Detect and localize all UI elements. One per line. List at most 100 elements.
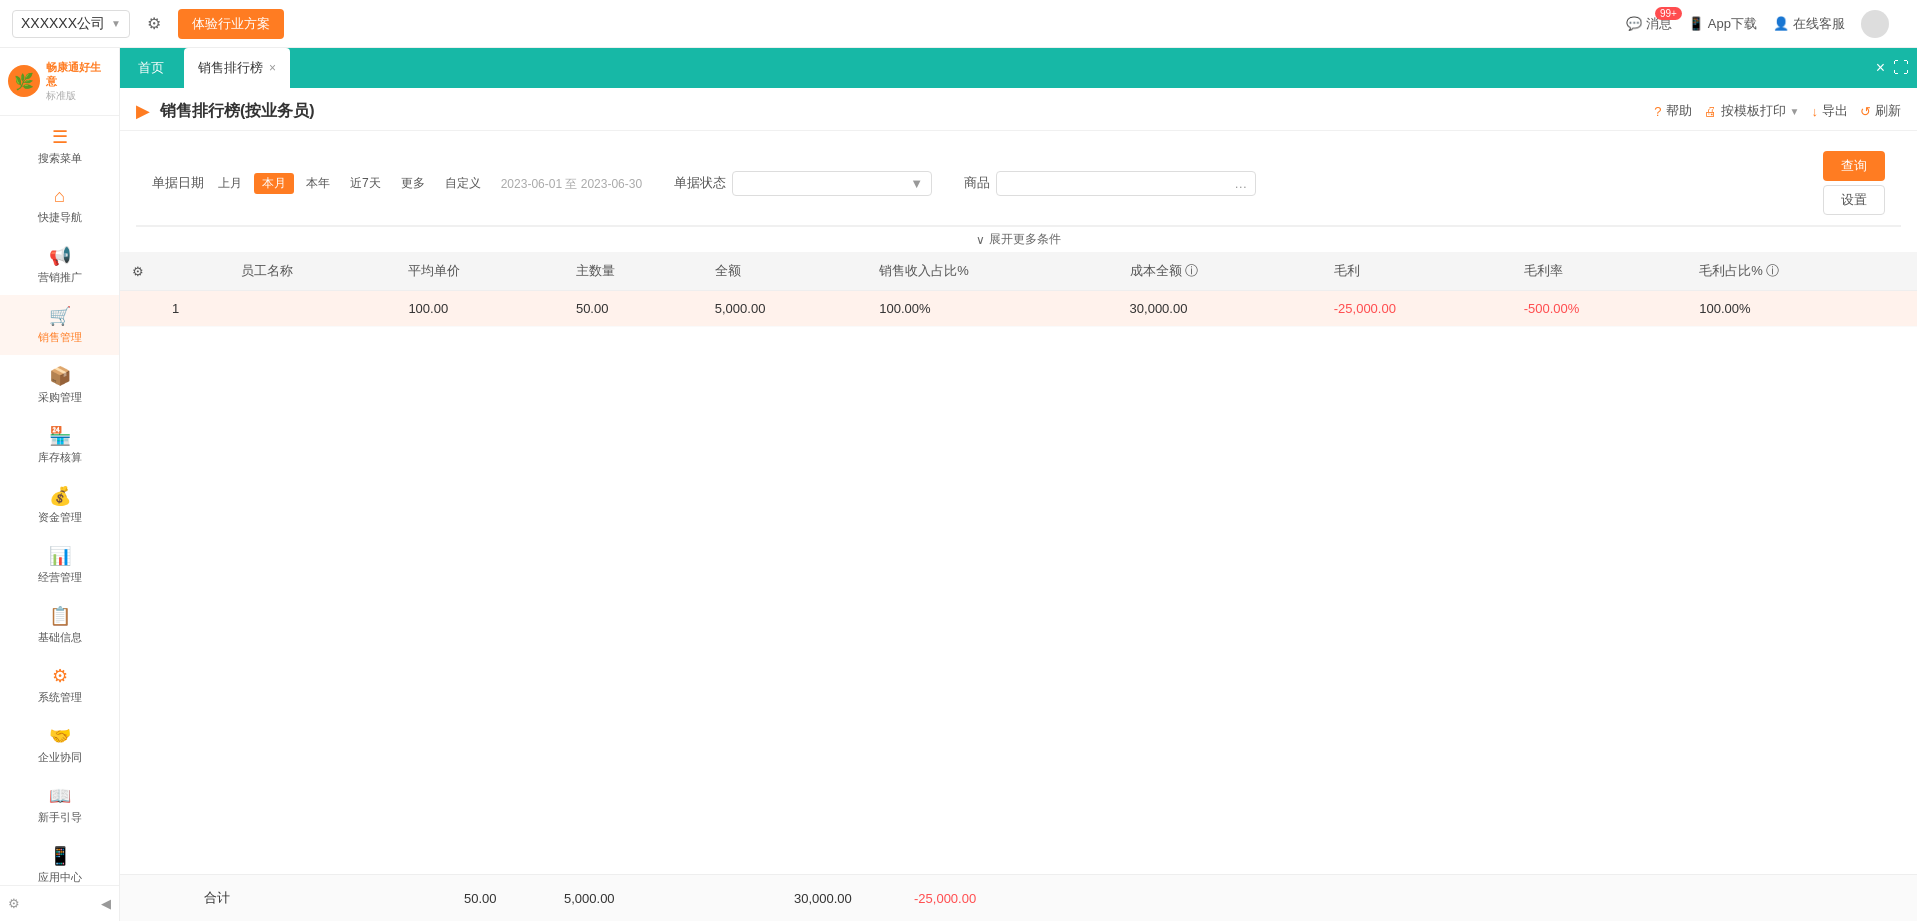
sidebar-label-apps: 应用中心	[38, 870, 82, 885]
avatar[interactable]	[1861, 10, 1889, 38]
setting-button[interactable]: 设置	[1823, 185, 1885, 215]
footer-gross: -25,000.00	[902, 887, 1012, 910]
date-tab-this-month[interactable]: 本月	[254, 173, 294, 194]
sidebar-item-corp[interactable]: 🤝 企业协同	[0, 715, 119, 775]
purchase-icon: 📦	[49, 365, 71, 387]
td-gross: -25,000.00	[1322, 291, 1512, 327]
page-content: ▶ 销售排行榜(按业务员) ? 帮助 🖨 按模板打印 ▼	[120, 88, 1917, 921]
page-header-actions: ? 帮助 🖨 按模板打印 ▼ ↓ 导出	[1654, 102, 1901, 120]
export-label: 导出	[1822, 102, 1848, 120]
collapse-btn[interactable]: ▶	[136, 100, 150, 122]
refresh-button[interactable]: ↺ 刷新	[1860, 102, 1901, 120]
expand-more-label: 展开更多条件	[989, 231, 1061, 248]
export-button[interactable]: ↓ 导出	[1812, 102, 1849, 120]
status-filter-label: 单据状态	[674, 174, 726, 192]
sidebar-label-inventory: 库存核算	[38, 450, 82, 465]
sidebar-item-guide[interactable]: 📖 新手引导	[0, 775, 119, 835]
sales-icon: 🛒	[49, 305, 71, 327]
message-button[interactable]: 💬 消息 99+	[1626, 15, 1672, 33]
sidebar-item-marketing[interactable]: 📢 营销推广	[0, 235, 119, 295]
print-button[interactable]: 🖨 按模板打印 ▼	[1704, 102, 1800, 120]
date-tab-7days[interactable]: 近7天	[342, 173, 389, 194]
help-button[interactable]: ? 帮助	[1654, 102, 1691, 120]
sidebar-nav: ☰ 搜索菜单 ⌂ 快捷导航 📢 营销推广 🛒 销售管理 📦 采购管理	[0, 116, 119, 885]
expand-arrow-icon: ∨	[976, 233, 985, 247]
sidebar-item-apps[interactable]: 📱 应用中心	[0, 835, 119, 885]
goods-filter-label: 商品	[964, 174, 990, 192]
filter-bar: 单据日期 上月 本月 本年 近7天 更多 自定义	[136, 141, 1901, 226]
sidebar-item-purchase[interactable]: 📦 采购管理	[0, 355, 119, 415]
topbar-settings-button[interactable]: ⚙	[138, 8, 170, 40]
basic-icon: 📋	[49, 605, 71, 627]
date-tabs: 上月 本月 本年 近7天 更多 自定义	[210, 173, 489, 194]
th-avg-price: 平均单价	[396, 252, 564, 291]
footer-cost: 30,000.00	[782, 887, 902, 910]
company-selector[interactable]: XXXXXX公司 ▼	[12, 10, 130, 38]
sidebar-item-basic[interactable]: 📋 基础信息	[0, 595, 119, 655]
date-tab-last-month[interactable]: 上月	[210, 173, 250, 194]
sidebar-item-search[interactable]: ☰ 搜索菜单	[0, 116, 119, 176]
marketing-icon: 📢	[49, 245, 71, 267]
sidebar-logo: 🌿 畅康通好生意 标准版	[0, 48, 119, 116]
system-icon: ⚙	[52, 665, 68, 687]
tab-resize-icon[interactable]: ⛶	[1893, 59, 1909, 77]
date-tab-this-year[interactable]: 本年	[298, 173, 338, 194]
content-area: 首页 销售排行榜 × × ⛶ ▶ 销售排行	[120, 48, 1917, 921]
td-sales-pct: 100.00%	[867, 291, 1117, 327]
print-dropdown-arrow[interactable]: ▼	[1790, 106, 1800, 117]
query-actions: 查询 设置	[1823, 151, 1885, 215]
th-gross-rate: 毛利率	[1512, 252, 1688, 291]
footer-main-qty: 50.00	[452, 887, 552, 910]
date-tab-more[interactable]: 更多	[393, 173, 433, 194]
td-amount: 5,000.00	[703, 291, 867, 327]
date-range-display: 2023-06-01 至 2023-06-30	[501, 174, 642, 193]
footer-label: 合计	[192, 885, 352, 911]
tab-home[interactable]: 首页	[120, 48, 182, 88]
th-cost: 成本全额 ⓘ	[1118, 252, 1322, 291]
date-filter: 单据日期 上月 本月 本年 近7天 更多 自定义	[152, 173, 489, 194]
date-tab-custom[interactable]: 自定义	[437, 173, 489, 194]
tab-sales-ranking[interactable]: 销售排行榜 ×	[184, 48, 290, 88]
sidebar-settings-icon[interactable]: ⚙	[8, 896, 20, 911]
tab-close-window-icon[interactable]: ×	[1876, 59, 1885, 77]
sidebar-label-shortcut: 快捷导航	[38, 210, 82, 225]
print-icon: 🖨	[1704, 104, 1717, 119]
th-settings[interactable]: ⚙	[120, 252, 160, 291]
sidebar-item-inventory[interactable]: 🏪 库存核算	[0, 415, 119, 475]
tab-close-icon[interactable]: ×	[269, 61, 276, 75]
th-amount: 全额	[703, 252, 867, 291]
operation-icon: 📊	[49, 545, 71, 567]
expand-more-bar[interactable]: ∨ 展开更多条件	[136, 226, 1901, 252]
query-button[interactable]: 查询	[1823, 151, 1885, 181]
print-label: 按模板打印	[1721, 102, 1786, 120]
page-title: 销售排行榜(按业务员)	[160, 101, 315, 122]
tab-bar: 首页 销售排行榜 × × ⛶	[120, 48, 1917, 88]
service-label: 在线客服	[1793, 15, 1845, 33]
app-icon: 📱	[1688, 16, 1704, 31]
td-main-qty: 50.00	[564, 291, 703, 327]
sidebar-label-sales: 销售管理	[38, 330, 82, 345]
table-row: 1 100.00 50.00 5,000.00 100.00% 30,000.0…	[120, 291, 1917, 327]
service-button[interactable]: 👤 在线客服	[1773, 15, 1845, 33]
help-label: 帮助	[1666, 102, 1692, 120]
industry-button[interactable]: 体验行业方案	[178, 9, 284, 39]
status-select[interactable]: ▼	[732, 171, 932, 196]
th-sales-pct: 销售收入占比%	[867, 252, 1117, 291]
home-icon: ⌂	[54, 186, 65, 207]
sidebar-collapse-icon[interactable]: ◀	[101, 896, 111, 911]
sidebar-item-operation[interactable]: 📊 经营管理	[0, 535, 119, 595]
logo-text: 畅康通好生意	[46, 60, 111, 89]
th-name: 员工名称	[229, 252, 397, 291]
date-filter-label: 单据日期	[152, 174, 204, 192]
sidebar-item-system[interactable]: ⚙ 系统管理	[0, 655, 119, 715]
goods-select[interactable]: …	[996, 171, 1256, 196]
finance-icon: 💰	[49, 485, 71, 507]
footer-sales-pct	[662, 894, 782, 902]
table-head: ⚙ 员工名称 平均单价 主数量 全额 销售收入占比% 成本全额 ⓘ 毛利	[120, 252, 1917, 291]
company-name: XXXXXX公司	[21, 15, 105, 33]
guide-icon: 📖	[49, 785, 71, 807]
sidebar-item-finance[interactable]: 💰 资金管理	[0, 475, 119, 535]
app-download-button[interactable]: 📱 App下载	[1688, 15, 1757, 33]
sidebar-item-shortcut[interactable]: ⌂ 快捷导航	[0, 176, 119, 235]
sidebar-item-sales[interactable]: 🛒 销售管理	[0, 295, 119, 355]
